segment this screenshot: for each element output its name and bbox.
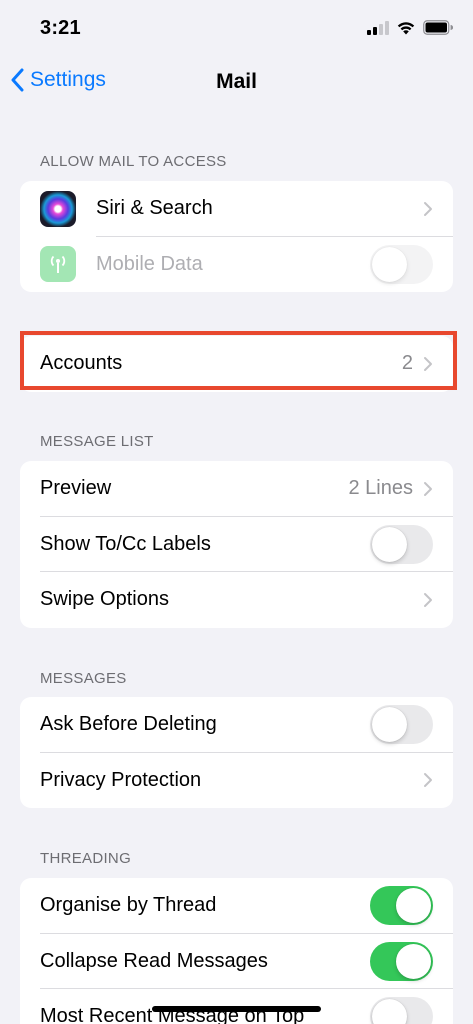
chevron-right-icon — [424, 201, 432, 216]
swipe-options-row[interactable]: Swipe Options — [20, 572, 453, 628]
accounts-row[interactable]: Accounts 2 — [20, 336, 453, 392]
organise-by-thread-label: Organise by Thread — [40, 894, 217, 917]
privacy-protection-row[interactable]: Privacy Protection — [20, 753, 453, 809]
home-indicator[interactable] — [152, 1006, 321, 1012]
status-icons — [367, 20, 453, 35]
allow-access-group: Siri & Search Mobile Data — [20, 181, 453, 292]
mobile-data-label: Mobile Data — [96, 252, 203, 275]
antenna-icon — [40, 246, 76, 283]
preview-value: 2 Lines — [348, 477, 414, 500]
accounts-count: 2 — [401, 352, 413, 375]
swipe-options-label: Swipe Options — [40, 588, 169, 611]
chevron-right-icon — [424, 592, 432, 607]
siri-search-label: Siri & Search — [96, 197, 213, 220]
cellular-signal-icon — [367, 20, 389, 35]
ask-before-deleting-label: Ask Before Deleting — [40, 713, 217, 736]
siri-icon — [40, 190, 76, 227]
chevron-right-icon — [424, 773, 432, 788]
organise-by-thread-row: Organise by Thread — [20, 878, 453, 934]
status-bar: 3:21 — [0, 0, 473, 58]
message-list-group: Preview 2 Lines Show To/Cc Labels Swipe … — [20, 461, 453, 628]
section-header-messages: MESSAGES — [40, 670, 127, 687]
preview-row[interactable]: Preview 2 Lines — [20, 461, 453, 517]
status-time: 3:21 — [40, 17, 81, 39]
mobile-data-toggle — [370, 244, 433, 284]
ask-before-deleting-row: Ask Before Deleting — [20, 697, 453, 753]
collapse-read-row: Collapse Read Messages — [20, 934, 453, 989]
collapse-read-label: Collapse Read Messages — [40, 949, 268, 972]
wifi-icon — [397, 22, 415, 35]
mail-settings-screen: 3:21 Settings Mail ALLOW MAIL TO ACCESS … — [0, 0, 473, 1024]
accounts-label: Accounts — [40, 352, 123, 375]
preview-label: Preview — [40, 477, 112, 500]
navigation-bar: Settings Mail — [0, 58, 473, 110]
organise-by-thread-toggle[interactable] — [370, 886, 433, 926]
ask-before-deleting-toggle[interactable] — [370, 705, 433, 745]
threading-group: Organise by Thread Collapse Read Message… — [20, 878, 453, 1024]
mobile-data-row: Mobile Data — [20, 237, 453, 293]
accounts-group: Accounts 2 — [20, 336, 453, 392]
show-labels-toggle[interactable] — [370, 524, 433, 564]
show-labels-label: Show To/Cc Labels — [40, 532, 211, 555]
messages-group: Ask Before Deleting Privacy Protection — [20, 697, 453, 808]
section-header-threading: THREADING — [40, 850, 132, 867]
section-header-allow-access: ALLOW MAIL TO ACCESS — [40, 153, 227, 170]
show-labels-row: Show To/Cc Labels — [20, 517, 453, 572]
chevron-right-icon — [424, 356, 432, 371]
page-title: Mail — [216, 70, 257, 93]
chevron-right-icon — [424, 481, 432, 496]
section-header-message-list: MESSAGE LIST — [40, 433, 154, 450]
battery-icon — [423, 20, 453, 35]
privacy-protection-label: Privacy Protection — [40, 768, 202, 791]
siri-search-row[interactable]: Siri & Search — [20, 181, 453, 237]
most-recent-on-top-toggle[interactable] — [370, 997, 433, 1024]
collapse-read-toggle[interactable] — [370, 941, 433, 981]
